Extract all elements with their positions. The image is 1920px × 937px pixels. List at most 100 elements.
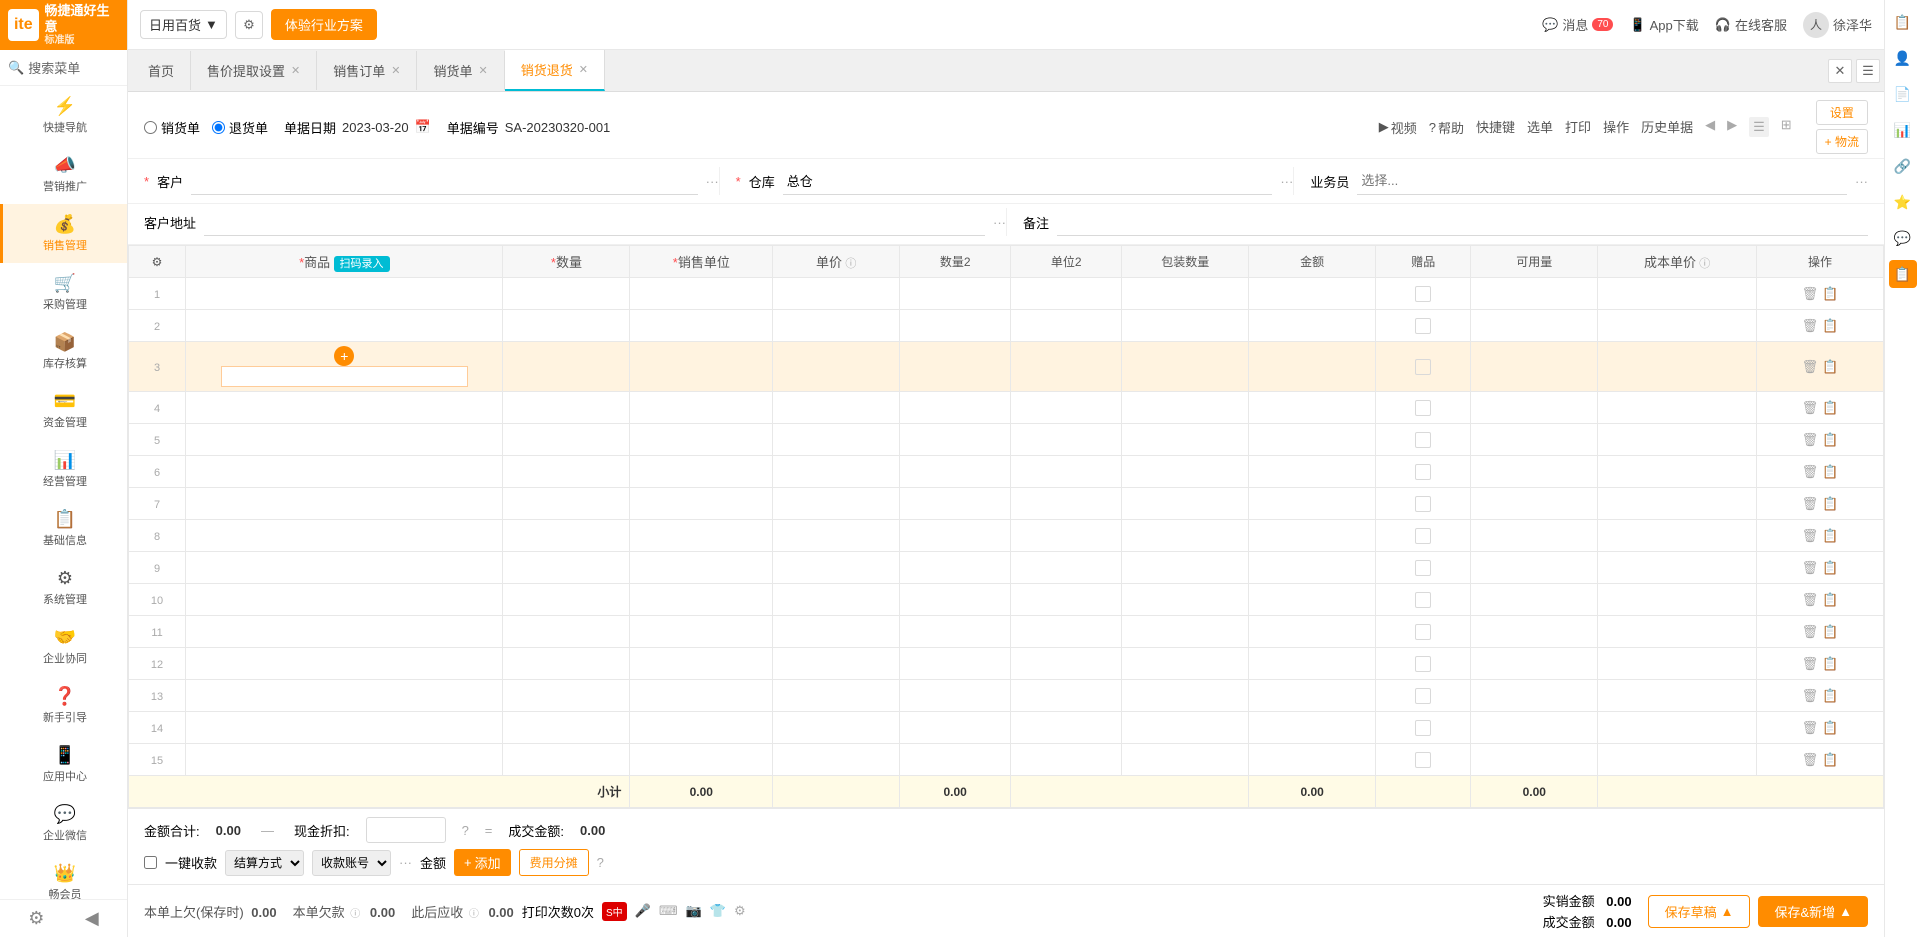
gift-cell[interactable] <box>1376 310 1471 342</box>
gift-checkbox[interactable] <box>1415 560 1431 576</box>
unit-cell[interactable] <box>630 680 773 712</box>
product-cell[interactable]: + <box>186 342 503 392</box>
amount-cell[interactable] <box>1249 456 1376 488</box>
product-cell[interactable] <box>186 680 503 712</box>
available-cell[interactable] <box>1471 616 1598 648</box>
unit-cell[interactable] <box>630 552 773 584</box>
price-cell[interactable] <box>773 712 900 744</box>
unit-cell[interactable] <box>630 488 773 520</box>
right-panel-btn-4[interactable]: 📊 <box>1889 116 1917 144</box>
gift-cell[interactable] <box>1376 520 1471 552</box>
message-btn[interactable]: 💬 消息 70 <box>1542 15 1613 34</box>
unit-cell[interactable] <box>630 584 773 616</box>
unit-cell[interactable] <box>630 616 773 648</box>
gift-cell[interactable] <box>1376 342 1471 392</box>
unit-cell[interactable] <box>630 310 773 342</box>
available-cell[interactable] <box>1471 310 1598 342</box>
delete-icon[interactable]: 🗑 <box>1802 318 1819 334</box>
gift-checkbox[interactable] <box>1415 286 1431 302</box>
gift-checkbox[interactable] <box>1415 656 1431 672</box>
next-record-btn[interactable]: ▶ <box>1727 117 1737 137</box>
delete-icon[interactable]: 🗑 <box>1802 720 1819 736</box>
pack-qty-cell[interactable] <box>1122 310 1249 342</box>
gift-checkbox[interactable] <box>1415 318 1431 334</box>
qty2-cell[interactable] <box>900 488 1011 520</box>
qty2-cell[interactable] <box>900 456 1011 488</box>
copy-icon[interactable]: 📋 <box>1822 318 1838 334</box>
amount-cell[interactable] <box>1249 310 1376 342</box>
pack-qty-cell[interactable] <box>1122 278 1249 310</box>
qty-cell[interactable] <box>503 744 630 776</box>
video-btn[interactable]: ▶ 视频 <box>1379 117 1417 137</box>
right-panel-btn-2[interactable]: 👤 <box>1889 44 1917 72</box>
amount-cell[interactable] <box>1249 680 1376 712</box>
sidebar-item-marketing[interactable]: 📣 营销推广 <box>0 145 127 204</box>
address-dots[interactable]: ··· <box>993 215 1006 230</box>
qty-cell[interactable] <box>503 424 630 456</box>
pack-qty-cell[interactable] <box>1122 392 1249 424</box>
gift-cell[interactable] <box>1376 584 1471 616</box>
gift-cell[interactable] <box>1376 616 1471 648</box>
unit2-cell[interactable] <box>1011 456 1122 488</box>
amount-cell[interactable] <box>1249 712 1376 744</box>
tab-sales[interactable]: 销货单 ✕ <box>417 51 504 90</box>
tab-sales-order[interactable]: 销售订单 ✕ <box>317 51 417 90</box>
warehouse-dots[interactable]: ··· <box>1280 174 1293 189</box>
print-btn[interactable]: 打印 <box>1565 117 1591 137</box>
copy-icon[interactable]: 📋 <box>1822 752 1838 768</box>
unit-cell[interactable] <box>630 424 773 456</box>
cost-price-cell[interactable] <box>1598 342 1757 392</box>
close-icon[interactable]: ✕ <box>291 64 300 77</box>
gift-checkbox[interactable] <box>1415 464 1431 480</box>
copy-icon[interactable]: 📋 <box>1822 624 1838 640</box>
gift-cell[interactable] <box>1376 392 1471 424</box>
delete-icon[interactable]: 🗑 <box>1802 496 1819 512</box>
sidebar-item-basic[interactable]: 📋 基础信息 <box>0 499 127 558</box>
close-icon[interactable]: ✕ <box>579 63 588 76</box>
cost-price-cell[interactable] <box>1598 456 1757 488</box>
amount-cell[interactable] <box>1249 424 1376 456</box>
save-new-btn[interactable]: 保存&新增 ▲ <box>1758 896 1868 927</box>
gift-checkbox[interactable] <box>1415 496 1431 512</box>
calendar-icon[interactable]: 📅 <box>415 119 431 135</box>
sidebar-item-collab[interactable]: 🤝 企业协同 <box>0 617 127 676</box>
price-cell[interactable] <box>773 342 900 392</box>
gift-checkbox[interactable] <box>1415 592 1431 608</box>
gift-checkbox[interactable] <box>1415 432 1431 448</box>
sales-radio-input[interactable] <box>144 121 157 134</box>
unit2-cell[interactable] <box>1011 712 1122 744</box>
unit-cell[interactable] <box>630 278 773 310</box>
pack-qty-cell[interactable] <box>1122 616 1249 648</box>
collapse-btn[interactable]: ◀ <box>85 908 99 929</box>
cost-price-cell[interactable] <box>1598 584 1757 616</box>
price-cell[interactable] <box>773 488 900 520</box>
delete-icon[interactable]: 🗑 <box>1802 656 1819 672</box>
qty-cell[interactable] <box>503 584 630 616</box>
gift-checkbox[interactable] <box>1415 720 1431 736</box>
close-icon[interactable]: ✕ <box>391 64 400 77</box>
unit2-cell[interactable] <box>1011 392 1122 424</box>
cost-price-cell[interactable] <box>1598 278 1757 310</box>
qty2-cell[interactable] <box>900 744 1011 776</box>
amount-cell[interactable] <box>1249 616 1376 648</box>
delete-icon[interactable]: 🗑 <box>1802 359 1819 375</box>
fee-btn[interactable]: 费用分摊 <box>519 849 589 876</box>
delete-icon[interactable]: 🗑 <box>1802 432 1819 448</box>
available-cell[interactable] <box>1471 342 1598 392</box>
available-cell[interactable] <box>1471 552 1598 584</box>
delete-icon[interactable]: 🗑 <box>1802 400 1819 416</box>
cost-price-cell[interactable] <box>1598 392 1757 424</box>
available-cell[interactable] <box>1471 392 1598 424</box>
right-panel-btn-3[interactable]: 📄 <box>1889 80 1917 108</box>
unit2-cell[interactable] <box>1011 310 1122 342</box>
delete-icon[interactable]: 🗑 <box>1802 688 1819 704</box>
qty2-cell[interactable] <box>900 680 1011 712</box>
qty-cell[interactable] <box>503 552 630 584</box>
unit-cell[interactable] <box>630 712 773 744</box>
return-radio-input[interactable] <box>212 121 225 134</box>
copy-icon[interactable]: 📋 <box>1822 560 1838 576</box>
sales-doc-radio[interactable]: 销货单 <box>144 118 200 137</box>
available-cell[interactable] <box>1471 744 1598 776</box>
customer-input[interactable] <box>191 167 698 195</box>
price-cell[interactable] <box>773 552 900 584</box>
